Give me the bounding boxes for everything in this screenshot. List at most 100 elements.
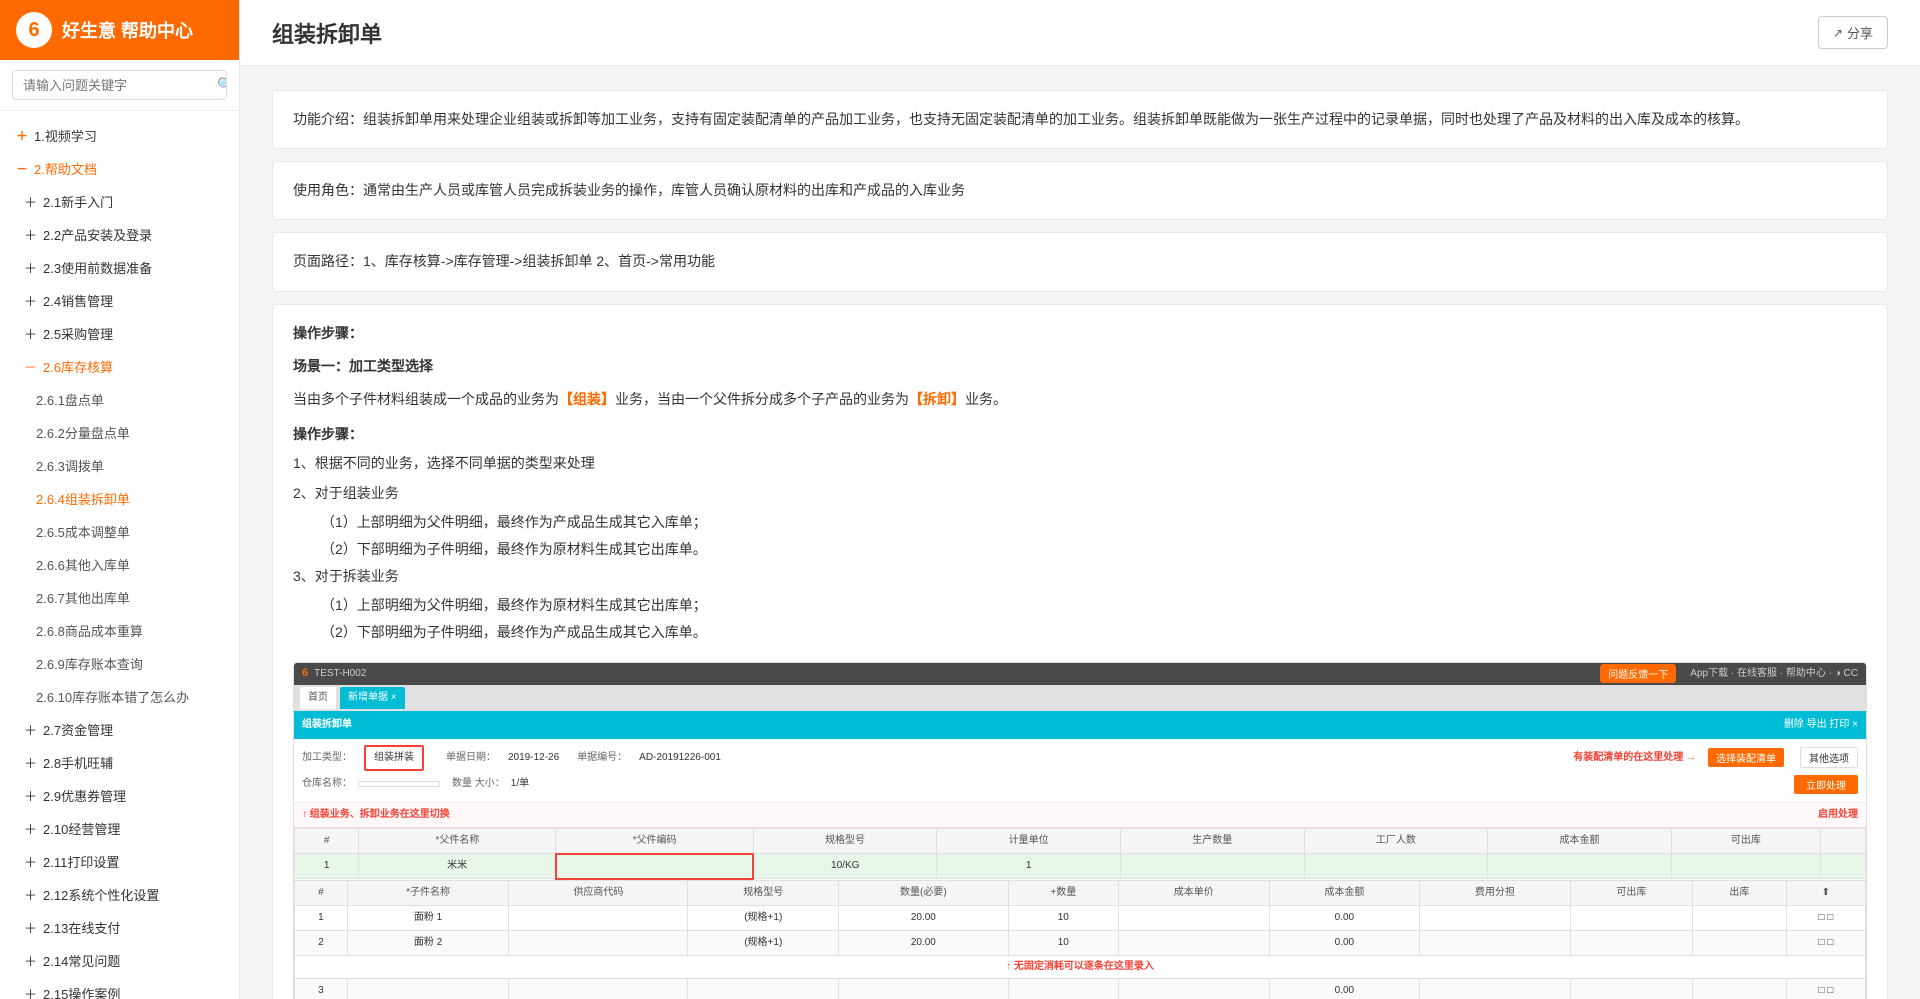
- th-cost: 成本金额: [1488, 828, 1672, 854]
- search-input[interactable]: [13, 72, 209, 99]
- ss-date-val: 2019-12-26: [508, 749, 559, 767]
- th-workers: 工厂人数: [1304, 828, 1488, 854]
- sidebar-leaf-262[interactable]: 2.6.2分量盘点单: [0, 416, 239, 449]
- th-b-spec: 规格型号: [688, 880, 839, 905]
- sidebar-sub-label: 2.13在线支付: [43, 918, 120, 937]
- th-parent-code: *父件编码: [556, 828, 753, 854]
- td-b-share2: [1420, 930, 1571, 955]
- ss-topbar: 6 TEST-H002 问题反馈一下 App下载 · 在线客服 · 帮助中心 ·…: [294, 663, 1866, 685]
- sidebar-sub-label: 2.12系统个性化设置: [43, 885, 159, 904]
- td-b-share: [1420, 905, 1571, 930]
- sidebar-item-s29[interactable]: ＋ 2.9优惠券管理: [0, 779, 239, 812]
- role-text: 使用角色：通常由生产人员或库管人员完成拆装业务的操作，库管人员确认原材料的出库和…: [293, 182, 965, 198]
- search-input-wrapper: 🔍: [12, 70, 227, 100]
- sidebar-item-docs[interactable]: － 2.帮助文档: [0, 152, 239, 185]
- sidebar-leaf-266[interactable]: 2.6.6其他入库单: [0, 548, 239, 581]
- sidebar-sub-label: 2.2产品安装及登录: [43, 225, 152, 244]
- ss-topbar-id: TEST-H002: [314, 665, 366, 683]
- plus-icon: ＋: [24, 852, 37, 871]
- ss-label-warehouse: 仓库名称：: [302, 775, 352, 793]
- th-b-share: 费用分担: [1420, 880, 1571, 905]
- ss-bottom-row-3: 3 0.00 □ □: [295, 978, 1866, 999]
- td-b-name3: [347, 978, 509, 999]
- td-b-pqty2: 10: [1008, 930, 1118, 955]
- plus-icon: ＋: [24, 885, 37, 904]
- td-b-qty2: 20.00: [839, 930, 1009, 955]
- ss-type-select[interactable]: 组装拼装: [364, 745, 424, 771]
- sidebar-item-s212[interactable]: ＋ 2.12系统个性化设置: [0, 878, 239, 911]
- sidebar-leaf-261[interactable]: 2.6.1盘点单: [0, 383, 239, 416]
- sidebar-item-s214[interactable]: ＋ 2.14常见问题: [0, 944, 239, 977]
- sidebar-leaf-2610[interactable]: 2.6.10库存账本错了怎么办: [0, 680, 239, 713]
- sidebar-leaf-269[interactable]: 2.6.9库存账本查询: [0, 647, 239, 680]
- main-header: 组装拆卸单 ↗ 分享: [240, 0, 1920, 66]
- ss-warehouse-input[interactable]: [358, 781, 440, 787]
- ss-annotation-manual: ↑ 无固定消耗可以逐条在这里录入: [1006, 961, 1154, 972]
- th-unit: 计量单位: [937, 828, 1121, 854]
- sidebar-item-s25[interactable]: ＋ 2.5采购管理: [0, 317, 239, 350]
- th-spec: 规格型号: [753, 828, 937, 854]
- sidebar-sub-label: 2.5采购管理: [43, 324, 113, 343]
- sidebar-item-s211[interactable]: ＋ 2.11打印设置: [0, 845, 239, 878]
- sidebar-leaf-268[interactable]: 2.6.8商品成本重算: [0, 614, 239, 647]
- ss-annotations-row: ↑ 组装业务、拆卸业务在这里切换 启用处理: [294, 803, 1866, 828]
- ss-bottom-row-2: 2 面粉 2 (规格+1) 20.00 10 0.00: [295, 930, 1866, 955]
- ss-assembly-btn[interactable]: 选择装配清单: [1708, 748, 1784, 767]
- step-2: 2、对于组装业务: [293, 481, 1867, 506]
- td-parent-name: 米米: [359, 854, 556, 879]
- td-b-op3: □ □: [1786, 978, 1865, 999]
- sidebar-item-s22[interactable]: ＋ 2.2产品安装及登录: [0, 218, 239, 251]
- sidebar-leaf-267[interactable]: 2.6.7其他出库单: [0, 581, 239, 614]
- nav-section-docs: － 2.帮助文档 ＋ 2.1新手入门 ＋ 2.2产品安装及登录 ＋ 2.3使用前…: [0, 152, 239, 999]
- sidebar-leaf-265[interactable]: 2.6.5成本调整单: [0, 515, 239, 548]
- sidebar-leaf-263[interactable]: 2.6.3调拨单: [0, 449, 239, 482]
- td-b-spec: (规格+1): [688, 905, 839, 930]
- ss-tab-home[interactable]: 首页: [300, 687, 336, 709]
- td-parent-code: [556, 854, 753, 879]
- td-b-qty: 20.00: [839, 905, 1009, 930]
- ss-top-table-wrap: # *父件名称 *父件编码 规格型号 计量单位 生产数量 工厂人数 成本金额 可…: [294, 828, 1866, 880]
- sidebar-item-s27[interactable]: ＋ 2.7资金管理: [0, 713, 239, 746]
- minus-icon: －: [24, 357, 37, 376]
- sidebar-sub-label: 2.8手机旺辅: [43, 753, 113, 772]
- ss-qty-val: 1/单: [511, 775, 529, 793]
- step-1: 1、根据不同的业务，选择不同单据的类型来处理: [293, 451, 1867, 476]
- plus-icon: ＋: [24, 819, 37, 838]
- ss-more-btn[interactable]: 其他选项: [1800, 747, 1858, 768]
- sidebar-item-s210[interactable]: ＋ 2.10经营管理: [0, 812, 239, 845]
- th-b-child-name: *子件名称: [347, 880, 509, 905]
- td-spec: 10/KG: [753, 854, 937, 879]
- ss-tab-active-label[interactable]: 新增单据 ×: [340, 687, 405, 709]
- sidebar-item-s23[interactable]: ＋ 2.3使用前数据准备: [0, 251, 239, 284]
- ops-title: 操作步骤：: [293, 426, 363, 442]
- td-b-out: [1692, 905, 1786, 930]
- sidebar-item-s24[interactable]: ＋ 2.4销售管理: [0, 284, 239, 317]
- sidebar-item-video[interactable]: ＋ 1.视频学习: [0, 119, 239, 152]
- share-button[interactable]: ↗ 分享: [1818, 16, 1888, 49]
- sidebar-item-label: 1.视频学习: [34, 126, 97, 145]
- plus-icon: ＋: [16, 127, 28, 144]
- sidebar-item-s26[interactable]: － 2.6库存核算: [0, 350, 239, 383]
- sidebar-leaf-264[interactable]: 2.6.4组装拆卸单: [0, 482, 239, 515]
- td-b-op: □ □: [1786, 905, 1865, 930]
- ss-confirm-btn[interactable]: 立即处理: [1794, 775, 1858, 794]
- td-b-cost2: 0.00: [1269, 930, 1420, 955]
- sidebar-sub-label: 2.7资金管理: [43, 720, 113, 739]
- td-seq: 1: [295, 854, 359, 879]
- step-2-1: （1）上部明细为父件明细，最终作为产成品生成其它入库单；: [321, 510, 1867, 535]
- sidebar-sub-label: 2.3使用前数据准备: [43, 258, 152, 277]
- step-2-2: （2）下部明细为子件明细，最终作为原材料生成其它出库单。: [321, 537, 1867, 562]
- td-b-seq2: 2: [295, 930, 348, 955]
- plus-icon: ＋: [24, 225, 37, 244]
- sidebar-item-s213[interactable]: ＋ 2.13在线支付: [0, 911, 239, 944]
- search-button[interactable]: 🔍: [209, 71, 227, 99]
- ss-top-table: # *父件名称 *父件编码 规格型号 计量单位 生产数量 工厂人数 成本金额 可…: [294, 828, 1866, 880]
- ss-feedback-btn[interactable]: 问题反馈一下: [1600, 664, 1676, 683]
- sidebar-item-s215[interactable]: ＋ 2.15操作案例: [0, 977, 239, 999]
- sidebar-item-s21[interactable]: ＋ 2.1新手入门: [0, 185, 239, 218]
- content-area: 功能介绍：组装拆卸单用来处理企业组装或拆卸等加工业务，支持有固定装配清单的产品加…: [240, 66, 1920, 999]
- ss-bottom-row-1: 1 面粉 1 (规格+1) 20.00 10 0.00: [295, 905, 1866, 930]
- step-3-2: （2）下部明细为子件明细，最终作为产成品生成其它入库单。: [321, 620, 1867, 645]
- plus-icon: ＋: [24, 324, 37, 343]
- sidebar-item-s28[interactable]: ＋ 2.8手机旺辅: [0, 746, 239, 779]
